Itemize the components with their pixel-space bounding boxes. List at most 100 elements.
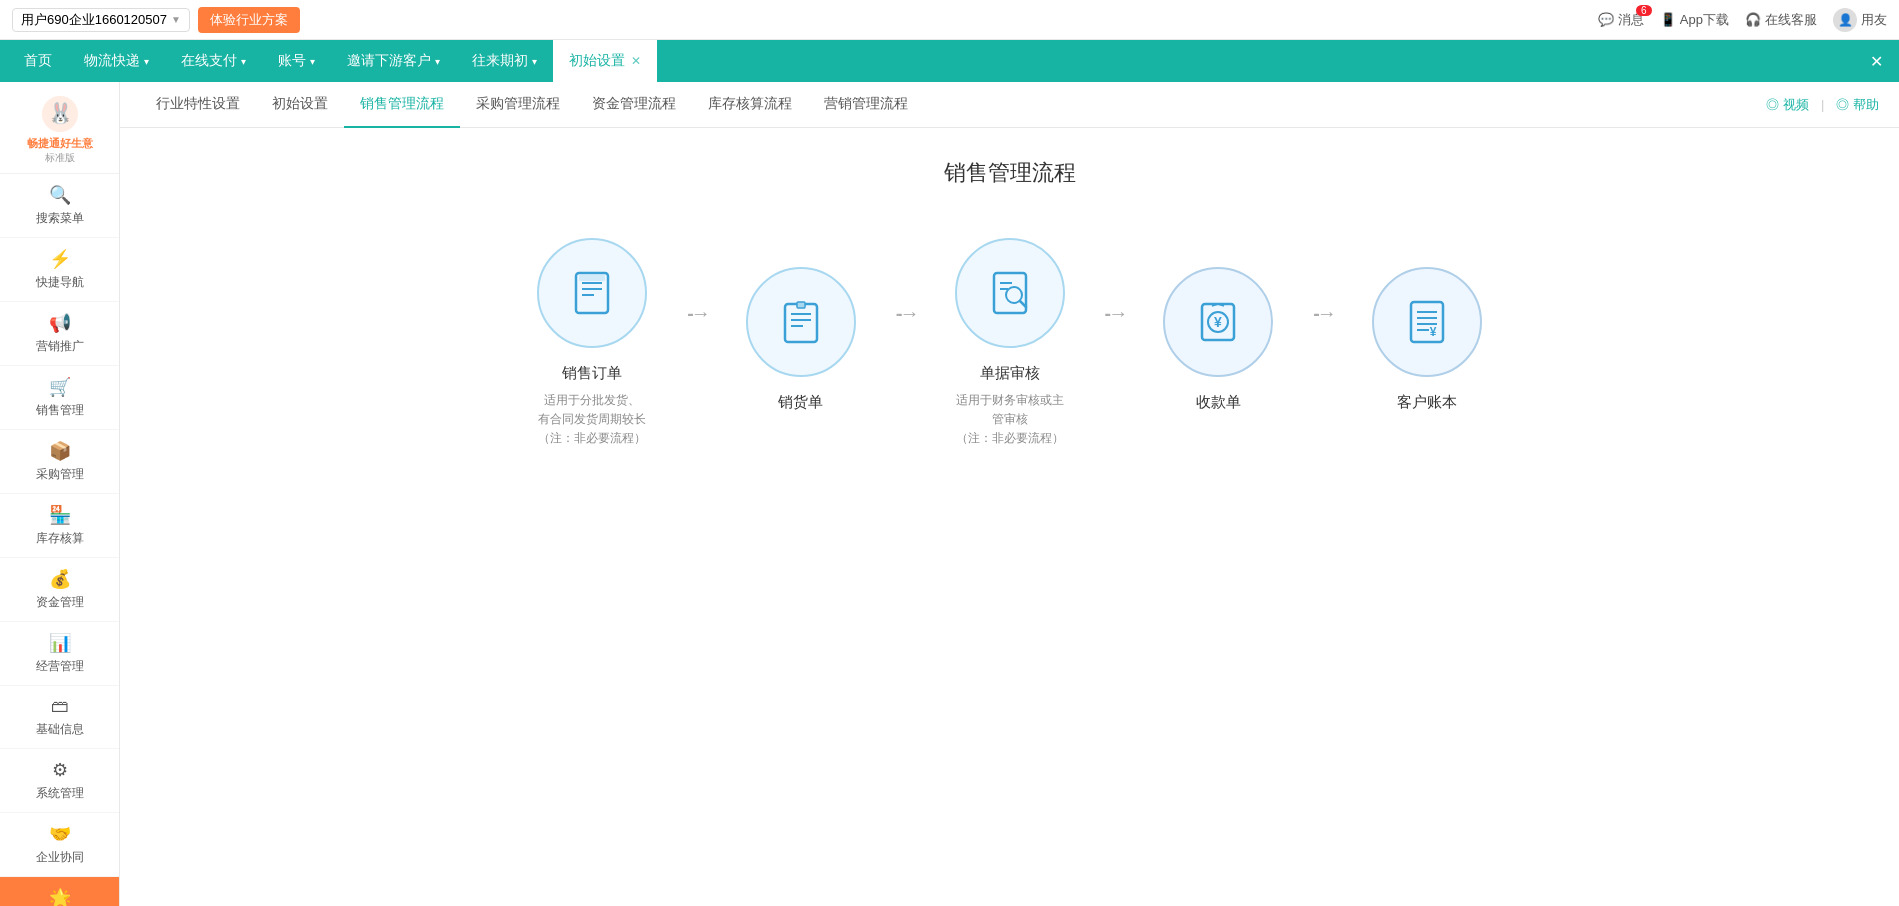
help-link[interactable]: ◎ 帮助 — [1836, 96, 1879, 114]
sidebar-item-quick-label: 快捷导航 — [36, 274, 84, 291]
top-bar-left: 用户690企业1660120507 ▼ 体验行业方案 — [12, 7, 300, 33]
delivery-icon — [775, 296, 827, 348]
store-icon: 🏪 — [49, 504, 71, 526]
svg-rect-7 — [785, 304, 817, 342]
nav-tab-payment[interactable]: 在线支付 ▾ — [165, 40, 262, 82]
svg-rect-11 — [797, 302, 805, 308]
chevron-down-icon: ▾ — [435, 56, 440, 67]
sidebar-item-sales[interactable]: 🛒 销售管理 — [0, 366, 119, 430]
box-icon: 📦 — [49, 440, 71, 462]
sidebar-item-basic[interactable]: 🗃 基础信息 — [0, 686, 119, 749]
receipt-icon: ¥ — [1192, 296, 1244, 348]
flow-step-review-desc: 适用于财务审核或主管审核（注：非必要流程） — [956, 391, 1064, 449]
sub-tab-initial[interactable]: 初始设置 — [256, 82, 344, 128]
flow-circle-review[interactable] — [955, 238, 1065, 348]
chevron-down-icon: ▼ — [171, 14, 181, 25]
sidebar-item-quick[interactable]: ⚡ 快捷导航 — [0, 238, 119, 302]
gear-icon: ⚙ — [52, 759, 68, 781]
tabs-close-button[interactable]: ✕ — [1862, 52, 1891, 71]
svg-text:¥: ¥ — [1214, 314, 1222, 330]
content-area: 行业特性设置 初始设置 销售管理流程 采购管理流程 资金管理流程 库存核算流程 … — [120, 82, 1899, 906]
sub-tabs: 行业特性设置 初始设置 销售管理流程 采购管理流程 资金管理流程 库存核算流程 … — [120, 82, 1899, 128]
sidebar-item-basic-label: 基础信息 — [36, 721, 84, 738]
user-selector[interactable]: 用户690企业1660120507 ▼ — [12, 8, 190, 32]
sidebar-item-corp-label: 企业协同 — [36, 849, 84, 866]
sidebar-item-sales-label: 销售管理 — [36, 402, 84, 419]
message-button[interactable]: 💬 消息 6 — [1598, 11, 1644, 29]
flow-arrow-4: ···→ — [1312, 302, 1333, 325]
sidebar-item-corp[interactable]: 🤝 企业协同 — [0, 813, 119, 877]
nav-tab-invite-label: 邀请下游客户 — [347, 52, 431, 70]
sub-tab-purchase-flow[interactable]: 采购管理流程 — [460, 82, 576, 128]
review-icon — [984, 267, 1036, 319]
nav-tab-home[interactable]: 首页 — [8, 40, 68, 82]
nav-tab-init[interactable]: 初始设置 ✕ — [553, 40, 657, 82]
sub-tab-purchase-flow-label: 采购管理流程 — [476, 95, 560, 113]
divider: | — [1821, 97, 1824, 112]
nav-tab-logistics-label: 物流快递 — [84, 52, 140, 70]
flow-diagram: 销售订单 适用于分批发货、有合同发货周期较长（注：非必要流程） ···→ — [140, 238, 1879, 449]
flow-arrow-2: ···→ — [895, 302, 916, 325]
app-download-button[interactable]: 📱 App下载 — [1660, 11, 1729, 29]
flow-circle-delivery[interactable] — [746, 267, 856, 377]
app-label: App下载 — [1680, 11, 1729, 29]
flow-arrow-3: ···→ — [1104, 302, 1125, 325]
sub-tab-initial-label: 初始设置 — [272, 95, 328, 113]
sidebar-item-finance[interactable]: 💰 资金管理 — [0, 558, 119, 622]
sidebar-item-newbie[interactable]: 🌟 新手引导 — [0, 877, 119, 906]
order-icon — [566, 267, 618, 319]
sub-tab-sales-flow-label: 销售管理流程 — [360, 95, 444, 113]
flow-step-order-desc: 适用于分批发货、有合同发货周期较长（注：非必要流程） — [538, 391, 646, 449]
trial-button[interactable]: 体验行业方案 — [198, 7, 300, 33]
sidebar-item-system[interactable]: ⚙ 系统管理 — [0, 749, 119, 813]
flow-circle-ledger[interactable]: ¥ — [1372, 267, 1482, 377]
sub-tab-finance-flow[interactable]: 资金管理流程 — [576, 82, 692, 128]
sidebar: 🐰 畅捷通好生意 标准版 🔍 搜索菜单 ⚡ 快捷导航 📢 营销推广 🛒 销售管理… — [0, 82, 120, 906]
flow-step-receipt: ¥ 收款单 — [1128, 267, 1308, 420]
sidebar-item-marketing-label: 营销推广 — [36, 338, 84, 355]
nav-tab-period[interactable]: 往来期初 ▾ — [456, 40, 553, 82]
sub-tab-finance-flow-label: 资金管理流程 — [592, 95, 676, 113]
message-badge: 6 — [1636, 5, 1652, 16]
sub-tab-industry[interactable]: 行业特性设置 — [140, 82, 256, 128]
chart-icon: 📊 — [49, 632, 71, 654]
sidebar-item-marketing[interactable]: 📢 营销推广 — [0, 302, 119, 366]
flow-step-review-title: 单据审核 — [980, 364, 1040, 383]
flow-step-delivery-title: 销货单 — [778, 393, 823, 412]
nav-tab-invite[interactable]: 邀请下游客户 ▾ — [331, 40, 456, 82]
lightning-icon: ⚡ — [49, 248, 71, 270]
sub-tab-sales-flow[interactable]: 销售管理流程 — [344, 82, 460, 128]
nav-tab-period-label: 往来期初 — [472, 52, 528, 70]
search-icon: 🔍 — [49, 184, 71, 206]
flow-circle-receipt[interactable]: ¥ — [1163, 267, 1273, 377]
user-avatar-button[interactable]: 👤 用友 — [1833, 8, 1887, 32]
flow-step-delivery: 销货单 — [711, 267, 891, 420]
sub-tab-inventory-flow[interactable]: 库存核算流程 — [692, 82, 808, 128]
sidebar-item-purchase[interactable]: 📦 采购管理 — [0, 430, 119, 494]
app-icon: 📱 — [1660, 12, 1676, 27]
sub-tab-marketing-flow[interactable]: 营销管理流程 — [808, 82, 924, 128]
service-button[interactable]: 🎧 在线客服 — [1745, 11, 1817, 29]
main-layout: 🐰 畅捷通好生意 标准版 🔍 搜索菜单 ⚡ 快捷导航 📢 营销推广 🛒 销售管理… — [0, 82, 1899, 906]
chevron-down-icon: ▾ — [144, 56, 149, 67]
close-icon[interactable]: ✕ — [631, 54, 641, 68]
flow-step-order: 销售订单 适用于分批发货、有合同发货周期较长（注：非必要流程） — [502, 238, 682, 449]
sidebar-item-inventory[interactable]: 🏪 库存核算 — [0, 494, 119, 558]
chevron-down-icon: ▾ — [310, 56, 315, 67]
chevron-down-icon: ▾ — [241, 56, 246, 67]
sidebar-item-operation[interactable]: 📊 经营管理 — [0, 622, 119, 686]
nav-tab-account[interactable]: 账号 ▾ — [262, 40, 331, 82]
nav-tab-home-label: 首页 — [24, 52, 52, 70]
nav-tab-logistics[interactable]: 物流快递 ▾ — [68, 40, 165, 82]
sub-tab-marketing-flow-label: 营销管理流程 — [824, 95, 908, 113]
sidebar-item-search[interactable]: 🔍 搜索菜单 — [0, 174, 119, 238]
money-icon: 💰 — [49, 568, 71, 590]
video-link[interactable]: ◎ 视频 — [1766, 96, 1809, 114]
svg-rect-20 — [1411, 302, 1443, 342]
user-name: 用友 — [1861, 11, 1887, 29]
sidebar-item-purchase-label: 采购管理 — [36, 466, 84, 483]
flow-circle-order[interactable] — [537, 238, 647, 348]
page-title: 销售管理流程 — [140, 158, 1879, 188]
nav-tab-account-label: 账号 — [278, 52, 306, 70]
nav-tab-init-label: 初始设置 — [569, 52, 625, 70]
